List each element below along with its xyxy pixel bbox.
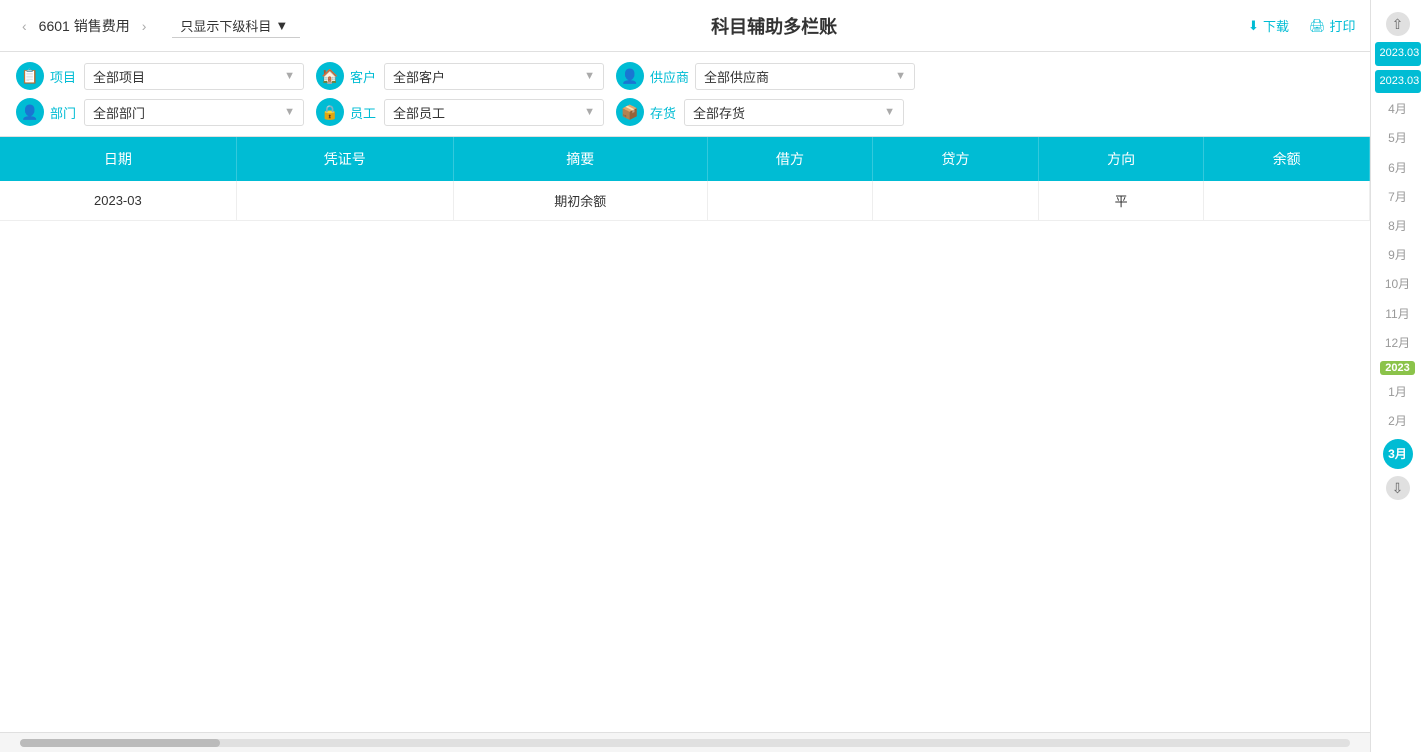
inventory-value: 全部存货 bbox=[693, 103, 745, 122]
sidebar-month-1[interactable]: 1月 bbox=[1371, 378, 1424, 407]
inventory-select[interactable]: 全部存货 ▼ bbox=[684, 99, 904, 126]
cell-summary: 期初余额 bbox=[453, 181, 707, 221]
employee-icon: 🔒 bbox=[316, 98, 344, 126]
inventory-arrow: ▼ bbox=[884, 106, 895, 118]
filter-item-supplier: 👤 供应商 全部供应商 ▼ bbox=[616, 62, 915, 90]
filter-row-1: 📋 项目 全部项目 ▼ 🏠 客户 全部客户 ▼ bbox=[16, 62, 1354, 90]
show-sub-dropdown[interactable]: 只显示下级科目 ▼ bbox=[172, 14, 300, 38]
supplier-icon: 👤 bbox=[616, 62, 644, 90]
filter-item-project: 📋 项目 全部项目 ▼ bbox=[16, 62, 304, 90]
col-direction: 方向 bbox=[1038, 137, 1204, 181]
customer-select[interactable]: 全部客户 ▼ bbox=[384, 63, 604, 90]
cell-voucher bbox=[236, 181, 453, 221]
right-sidebar: ⇧ 2023.03 2023.03 4月 5月 6月 7月 8月 9月 10月 … bbox=[1370, 0, 1424, 752]
sidebar-month-2[interactable]: 2月 bbox=[1371, 407, 1424, 436]
table-header-row: 日期 凭证号 摘要 借方 贷方 方向 余额 bbox=[0, 137, 1370, 181]
bottom-scrollbar[interactable] bbox=[0, 732, 1370, 752]
download-label: 下载 bbox=[1263, 16, 1289, 35]
sidebar-month-11[interactable]: 11月 bbox=[1371, 300, 1424, 329]
print-button[interactable]: 🖨 打印 bbox=[1309, 16, 1356, 35]
table-container: 日期 凭证号 摘要 借方 贷方 方向 余额 2023-03 期初余额 bbox=[0, 137, 1370, 732]
sidebar-month-4[interactable]: 4月 bbox=[1371, 95, 1424, 124]
scrollbar-track bbox=[20, 739, 1350, 747]
page-title: 科目辅助多栏账 bbox=[300, 13, 1248, 39]
sidebar-up-button[interactable]: ⇧ bbox=[1386, 12, 1410, 36]
employee-arrow: ▼ bbox=[584, 106, 595, 118]
cell-date: 2023-03 bbox=[0, 181, 236, 221]
cell-credit bbox=[873, 181, 1039, 221]
employee-label: 员工 bbox=[350, 103, 378, 122]
supplier-value: 全部供应商 bbox=[704, 67, 769, 86]
department-arrow: ▼ bbox=[284, 106, 295, 118]
col-summary: 摘要 bbox=[453, 137, 707, 181]
data-table: 日期 凭证号 摘要 借方 贷方 方向 余额 2023-03 期初余额 bbox=[0, 137, 1370, 221]
nav-prev-button[interactable]: ‹ bbox=[16, 16, 33, 36]
col-debit: 借方 bbox=[707, 137, 873, 181]
col-voucher: 凭证号 bbox=[236, 137, 453, 181]
filter-row-2: 👤 部门 全部部门 ▼ 🔒 员工 全部员工 ▼ bbox=[16, 98, 1354, 126]
col-credit: 贷方 bbox=[873, 137, 1039, 181]
customer-value: 全部客户 bbox=[393, 67, 445, 86]
nav-next-button[interactable]: › bbox=[136, 16, 153, 36]
project-arrow: ▼ bbox=[284, 70, 295, 82]
customer-arrow: ▼ bbox=[584, 70, 595, 82]
table-row: 2023-03 期初余额 平 bbox=[0, 181, 1370, 221]
customer-icon: 🏠 bbox=[316, 62, 344, 90]
employee-value: 全部员工 bbox=[393, 103, 445, 122]
supplier-label: 供应商 bbox=[650, 67, 689, 86]
sidebar-month-8[interactable]: 8月 bbox=[1371, 212, 1424, 241]
show-sub-label: 只显示下级科目 bbox=[180, 16, 271, 35]
customer-label: 客户 bbox=[350, 67, 378, 86]
inventory-label: 存货 bbox=[650, 103, 678, 122]
download-button[interactable]: ⬇ 下载 bbox=[1248, 16, 1289, 35]
sidebar-month-9[interactable]: 9月 bbox=[1371, 241, 1424, 270]
filter-bar: 📋 项目 全部项目 ▼ 🏠 客户 全部客户 ▼ bbox=[0, 52, 1370, 137]
sidebar-month-2023-03-2[interactable]: 2023.03 bbox=[1375, 70, 1421, 94]
cell-debit bbox=[707, 181, 873, 221]
sidebar-month-6[interactable]: 6月 bbox=[1371, 154, 1424, 183]
department-select[interactable]: 全部部门 ▼ bbox=[84, 99, 304, 126]
sidebar-month-2023-03-top[interactable]: 2023.03 bbox=[1375, 42, 1421, 66]
department-value: 全部部门 bbox=[93, 103, 145, 122]
department-label: 部门 bbox=[50, 103, 78, 122]
main-window: ‹ 6601 销售费用 › 只显示下级科目 ▼ 科目辅助多栏账 ⬇ 下载 🖨 打… bbox=[0, 0, 1424, 752]
chevron-down-icon: ▼ bbox=[275, 18, 288, 33]
cell-direction: 平 bbox=[1038, 181, 1204, 221]
employee-select[interactable]: 全部员工 ▼ bbox=[384, 99, 604, 126]
filter-item-inventory: 📦 存货 全部存货 ▼ bbox=[616, 98, 904, 126]
filter-item-department: 👤 部门 全部部门 ▼ bbox=[16, 98, 304, 126]
sidebar-month-7[interactable]: 7月 bbox=[1371, 183, 1424, 212]
project-icon: 📋 bbox=[16, 62, 44, 90]
project-label: 项目 bbox=[50, 67, 78, 86]
filter-item-customer: 🏠 客户 全部客户 ▼ bbox=[316, 62, 604, 90]
sidebar-down-button[interactable]: ⇩ bbox=[1386, 476, 1410, 500]
sidebar-month-5[interactable]: 5月 bbox=[1371, 124, 1424, 153]
project-value: 全部项目 bbox=[93, 67, 145, 86]
print-icon: 🖨 bbox=[1309, 18, 1326, 34]
sidebar-month-3-active[interactable]: 3月 bbox=[1383, 439, 1413, 469]
header-bar: ‹ 6601 销售费用 › 只显示下级科目 ▼ 科目辅助多栏账 ⬇ 下载 🖨 打… bbox=[0, 0, 1424, 52]
sidebar-month-10[interactable]: 10月 bbox=[1371, 270, 1424, 299]
sidebar-year-badge: 2023 bbox=[1380, 361, 1414, 375]
scrollbar-thumb[interactable] bbox=[20, 739, 220, 747]
project-select[interactable]: 全部项目 ▼ bbox=[84, 63, 304, 90]
filter-item-employee: 🔒 员工 全部员工 ▼ bbox=[316, 98, 604, 126]
col-date: 日期 bbox=[0, 137, 236, 181]
sidebar-month-12[interactable]: 12月 bbox=[1371, 329, 1424, 358]
content-area: 📋 项目 全部项目 ▼ 🏠 客户 全部客户 ▼ bbox=[0, 52, 1370, 732]
supplier-select[interactable]: 全部供应商 ▼ bbox=[695, 63, 915, 90]
download-icon: ⬇ bbox=[1248, 18, 1259, 34]
department-icon: 👤 bbox=[16, 98, 44, 126]
inventory-icon: 📦 bbox=[616, 98, 644, 126]
account-code: 6601 销售费用 bbox=[39, 16, 130, 36]
print-label: 打印 bbox=[1329, 16, 1355, 35]
supplier-arrow: ▼ bbox=[895, 70, 906, 82]
cell-balance bbox=[1204, 181, 1370, 221]
col-balance: 余额 bbox=[1204, 137, 1370, 181]
